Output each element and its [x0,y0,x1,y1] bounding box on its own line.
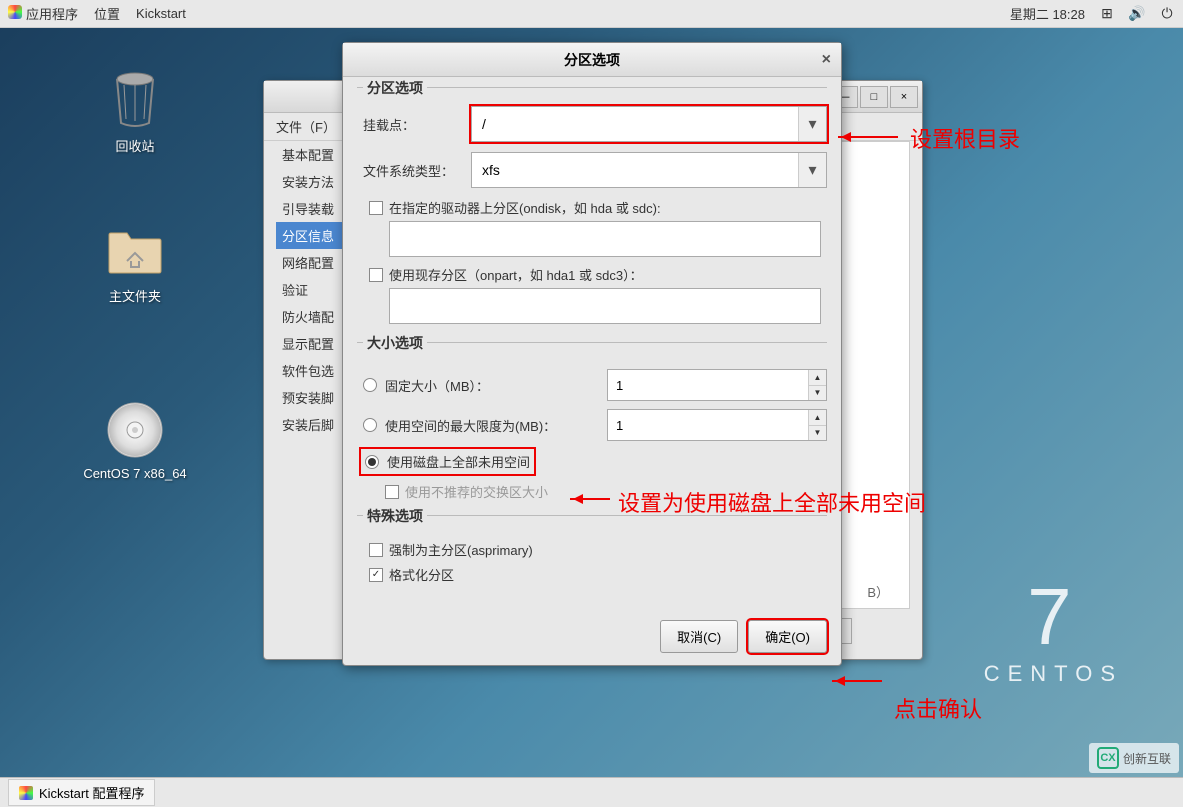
onpart-input[interactable] [389,288,821,324]
partition-fieldset: 分区选项 挂载点： ▾ 文件系统类型： [357,87,827,336]
sidebar-item[interactable]: 安装方法 [276,168,348,195]
menu-applications[interactable]: 应用程序 [8,4,78,23]
fixed-size-spinner[interactable]: ▲▼ [607,369,827,401]
sidebar-item[interactable]: 网络配置 [276,249,348,276]
ondisk-checkbox[interactable] [369,201,383,215]
centos-brand: 7 CENTOS [984,577,1123,687]
fixed-size-label: 固定大小（MB）： [385,376,489,395]
fill-all-radio[interactable] [365,455,379,469]
max-size-spinner[interactable]: ▲▼ [607,409,827,441]
special-legend: 特殊选项 [363,506,427,526]
sidebar-item[interactable]: 基本配置 [276,141,348,168]
arrow-annotation-icon [832,680,882,682]
taskbar-item-label: Kickstart 配置程序 [39,783,144,802]
ok-button[interactable]: 确定(O) [748,620,827,653]
sidebar-item[interactable]: 防火墙配 [276,303,348,330]
chevron-down-icon[interactable]: ▾ [798,107,826,141]
brand-name: CENTOS [984,661,1123,687]
folder-home-icon [105,220,165,280]
mount-point-input[interactable] [472,107,798,141]
fs-type-label: 文件系统类型： [363,161,463,180]
max-size-input[interactable] [608,410,808,440]
bg-tag: B） [867,582,889,601]
volume-icon[interactable]: 🔊 [1129,6,1145,22]
desktop-icon-home[interactable]: 主文件夹 [90,220,180,305]
special-fieldset: 特殊选项 强制为主分区(asprimary) 格式化分区 [357,515,827,592]
mount-point-label: 挂载点： [363,115,463,134]
annotation-fill-space: 设置为使用磁盘上全部未用空间 [618,486,926,518]
clock-text: 星期二 18:28 [1010,4,1085,23]
trash-icon [105,70,165,130]
spin-down-icon[interactable]: ▼ [809,426,826,441]
dialog-close-button[interactable]: × [822,51,831,69]
size-fieldset: 大小选项 固定大小（MB）： ▲▼ 使用空间的最大限度为(MB)： ▲▼ [357,342,827,509]
arrow-annotation-icon [570,498,610,500]
apps-icon [8,5,22,19]
disc-icon [105,400,165,460]
sidebar-item[interactable]: 验证 [276,276,348,303]
max-size-radio[interactable] [363,418,377,432]
sidebar-item[interactable]: 分区信息 [276,222,348,249]
fs-type-input[interactable] [472,153,798,187]
dialog-title: 分区选项 [564,50,620,70]
fixed-size-input[interactable] [608,370,808,400]
fs-type-combo[interactable]: ▾ [471,152,827,188]
partition-options-dialog: 分区选项 × 分区选项 挂载点： ▾ 文件系统类型： [342,42,842,666]
bg-sidebar: 基本配置安装方法引导装载分区信息网络配置验证防火墙配显示配置软件包选预安装脚安装… [276,141,348,438]
onpart-label: 使用现存分区（onpart，如 hda1 或 sdc3）： [389,265,643,284]
annotation-confirm: 点击确认 [894,692,982,724]
format-label: 格式化分区 [389,565,454,584]
max-size-label: 使用空间的最大限度为(MB)： [385,416,556,435]
spin-down-icon[interactable]: ▼ [809,386,826,401]
asprimary-checkbox[interactable] [369,543,383,557]
swap-label: 使用不推荐的交换区大小 [405,482,548,501]
chevron-down-icon[interactable]: ▾ [798,153,826,187]
iso-label: CentOS 7 x86_64 [83,466,186,481]
menu-kickstart[interactable]: Kickstart [136,6,186,21]
mount-point-combo[interactable]: ▾ [471,106,827,142]
asprimary-label: 强制为主分区(asprimary) [389,540,533,559]
size-legend: 大小选项 [363,333,427,353]
sidebar-item[interactable]: 安装后脚 [276,411,348,438]
ondisk-input[interactable] [389,221,821,257]
spin-up-icon[interactable]: ▲ [809,410,826,426]
cancel-button[interactable]: 取消(C) [660,620,738,653]
trash-label: 回收站 [115,136,154,155]
desktop-icon-iso[interactable]: CentOS 7 x86_64 [80,400,190,481]
spin-up-icon[interactable]: ▲ [809,370,826,386]
swap-checkbox [385,485,399,499]
brand-seven: 7 [984,577,1123,657]
fill-all-label: 使用磁盘上全部未用空间 [387,452,530,471]
taskbar-item-kickstart[interactable]: Kickstart 配置程序 [8,779,155,806]
watermark-text: 创新互联 [1123,750,1171,767]
watermark: CX 创新互联 [1089,743,1179,773]
format-checkbox[interactable] [369,568,383,582]
menu-places[interactable]: 位置 [94,4,120,23]
power-icon[interactable]: ⏻ [1159,6,1175,22]
onpart-checkbox[interactable] [369,268,383,282]
arrow-annotation-icon [838,136,898,138]
file-menu[interactable]: 文件（F） [276,117,336,136]
kickstart-task-icon [19,786,33,800]
sidebar-item[interactable]: 显示配置 [276,330,348,357]
bg-close-button[interactable]: × [890,86,918,108]
sidebar-item[interactable]: 预安装脚 [276,384,348,411]
sidebar-item[interactable]: 软件包选 [276,357,348,384]
partition-legend: 分区选项 [363,78,427,98]
network-icon[interactable]: ⊞ [1099,6,1115,22]
bg-maximize-button[interactable]: □ [860,86,888,108]
fixed-size-radio[interactable] [363,378,377,392]
home-label: 主文件夹 [109,286,161,305]
ondisk-label: 在指定的驱动器上分区(ondisk，如 hda 或 sdc): [389,198,661,217]
dialog-titlebar: 分区选项 × [343,43,841,77]
annotation-root-dir: 设置根目录 [910,122,1020,154]
sidebar-item[interactable]: 引导装载 [276,195,348,222]
watermark-icon: CX [1097,747,1119,769]
desktop-icon-trash[interactable]: 回收站 [90,70,180,155]
bottom-taskbar: Kickstart 配置程序 [0,777,1183,807]
top-panel: 应用程序 位置 Kickstart 星期二 18:28 ⊞ 🔊 ⏻ [0,0,1183,28]
